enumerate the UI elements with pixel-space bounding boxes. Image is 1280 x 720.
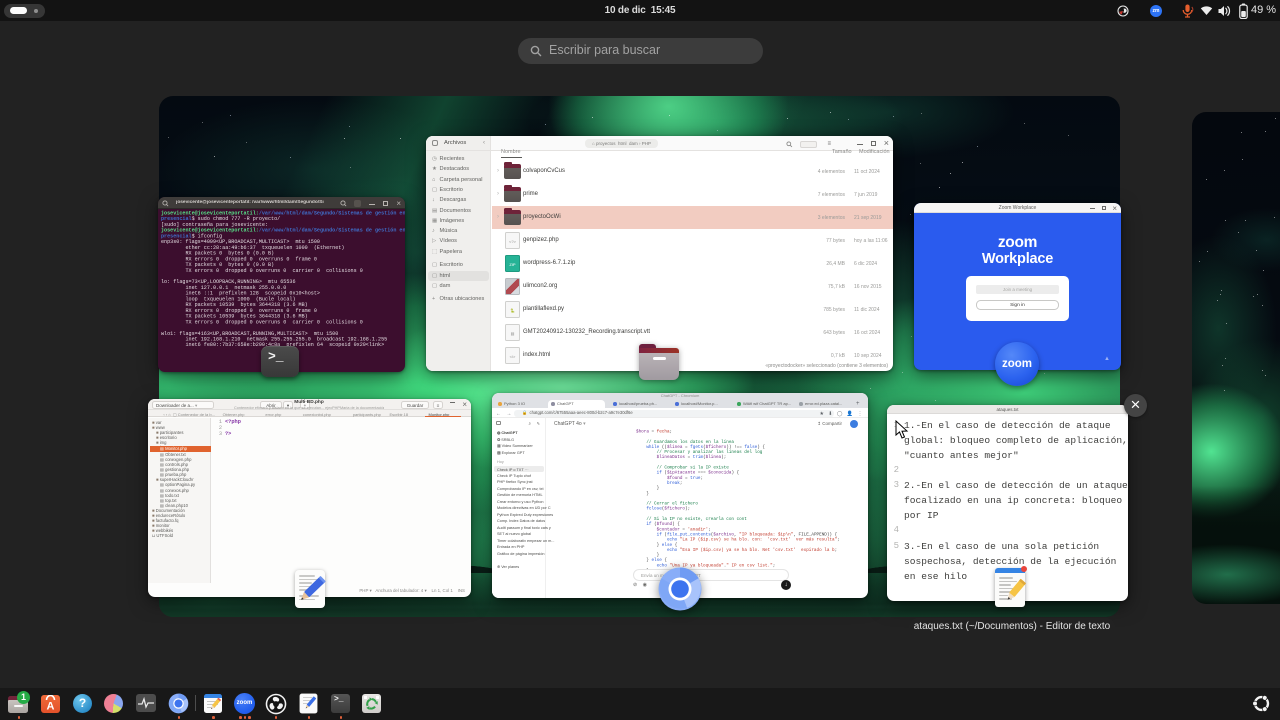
svg-text:A: A (47, 701, 55, 713)
